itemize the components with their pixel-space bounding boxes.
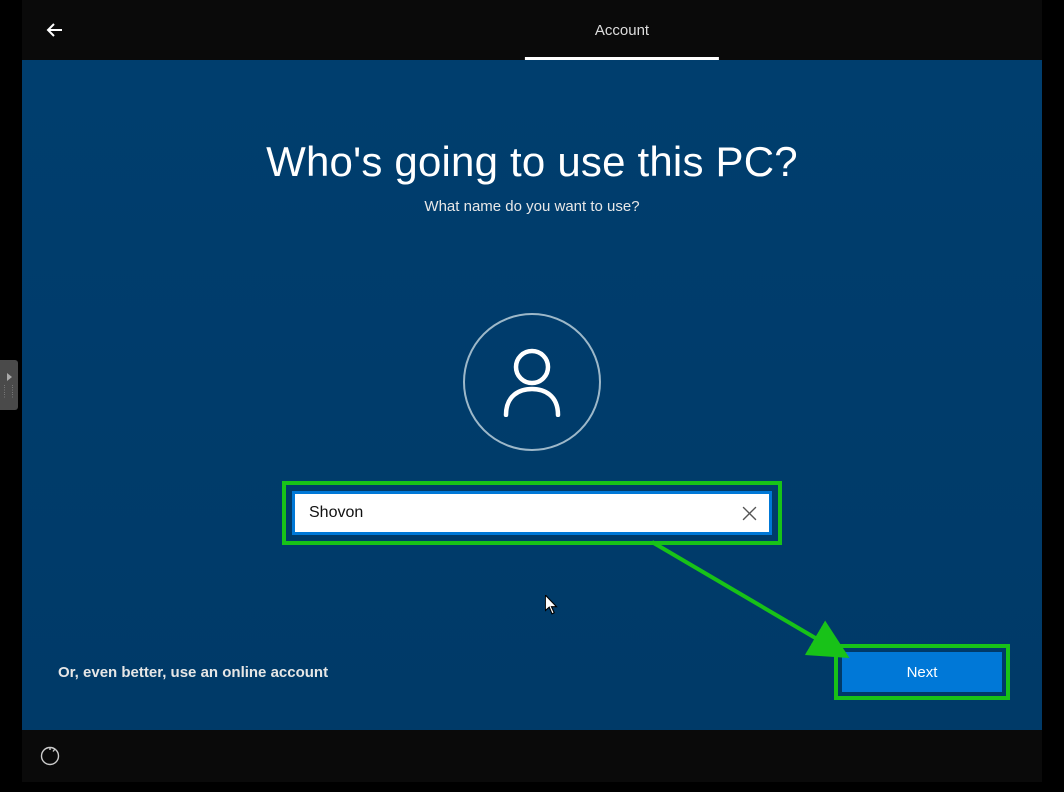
ease-of-access-button[interactable]	[36, 742, 64, 770]
next-button[interactable]: Next	[842, 652, 1002, 692]
ease-of-access-icon	[40, 746, 60, 766]
user-icon	[500, 347, 564, 417]
input-annotation-box	[282, 481, 782, 545]
avatar-placeholder	[463, 313, 601, 451]
side-panel-handle[interactable]: ⋮⋮ ⋮⋮	[0, 360, 18, 410]
page-subheading: What name do you want to use?	[22, 198, 1042, 215]
tab-account[interactable]: Account	[525, 22, 719, 60]
tab-strip: Account	[345, 0, 719, 60]
name-input-container	[292, 491, 772, 535]
next-annotation-box: Next	[834, 644, 1010, 700]
footer-bar	[22, 730, 1042, 782]
content-area: Who's going to use this PC? What name do…	[22, 60, 1042, 730]
title-bar: Account	[22, 0, 1042, 60]
use-online-account-link[interactable]: Or, even better, use an online account	[58, 664, 328, 681]
clear-input-button[interactable]	[729, 494, 769, 532]
close-icon	[742, 506, 757, 521]
page-heading: Who's going to use this PC?	[22, 60, 1042, 186]
setup-window: Account Who's going to use this PC? What…	[22, 0, 1042, 782]
name-input[interactable]	[295, 494, 729, 532]
bottom-action-row: Or, even better, use an online account N…	[58, 644, 1010, 700]
back-button[interactable]	[36, 11, 74, 49]
